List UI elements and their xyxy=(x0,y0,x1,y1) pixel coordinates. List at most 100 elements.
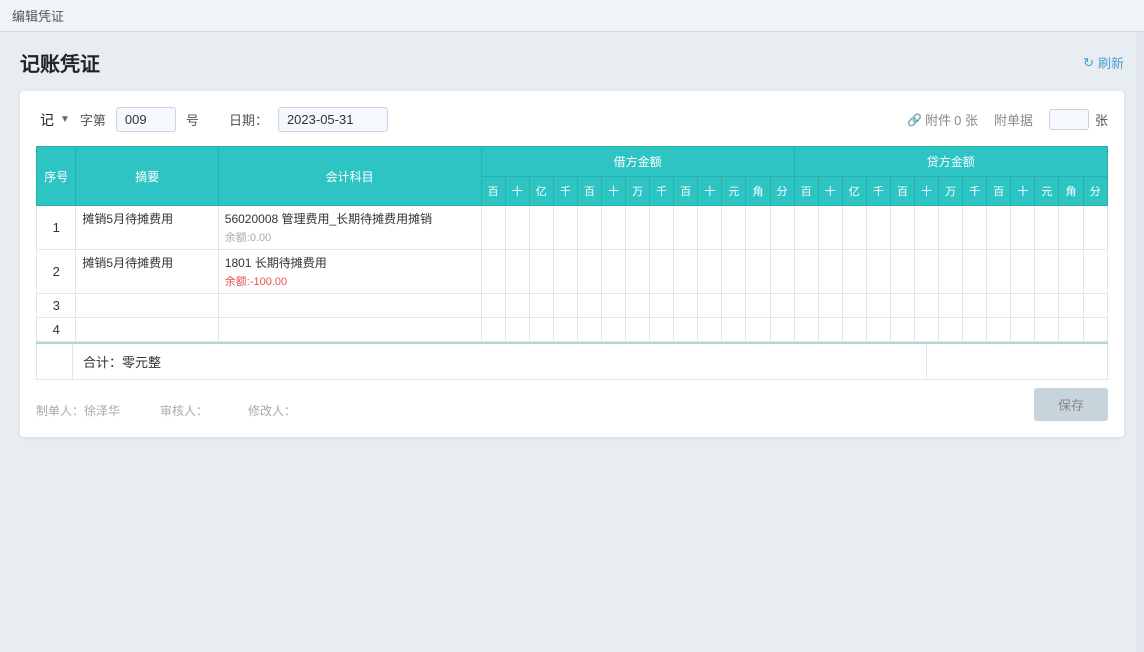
row-1-debit-2[interactable] xyxy=(529,250,553,294)
row-0-credit-2[interactable] xyxy=(842,206,866,250)
row-1-credit-11[interactable] xyxy=(1059,250,1083,294)
row-3-debit-12[interactable] xyxy=(770,318,794,342)
row-2-credit-2[interactable] xyxy=(842,294,866,318)
row-0-summary[interactable]: 摊销5月待摊费用 xyxy=(76,206,218,250)
row-3-credit-4[interactable] xyxy=(890,318,914,342)
row-1-credit-6[interactable] xyxy=(939,250,963,294)
row-2-debit-10[interactable] xyxy=(722,294,746,318)
row-3-debit-7[interactable] xyxy=(650,318,674,342)
row-0-debit-6[interactable] xyxy=(626,206,650,250)
row-1-debit-6[interactable] xyxy=(626,250,650,294)
row-2-credit-8[interactable] xyxy=(987,294,1011,318)
row-0-credit-4[interactable] xyxy=(890,206,914,250)
row-2-debit-7[interactable] xyxy=(650,294,674,318)
row-2-debit-9[interactable] xyxy=(698,294,722,318)
row-2-credit-10[interactable] xyxy=(1035,294,1059,318)
row-1-credit-0[interactable] xyxy=(794,250,818,294)
row-0-credit-8[interactable] xyxy=(987,206,1011,250)
row-1-credit-8[interactable] xyxy=(987,250,1011,294)
row-3-debit-2[interactable] xyxy=(529,318,553,342)
row-2-credit-4[interactable] xyxy=(890,294,914,318)
row-2-debit-2[interactable] xyxy=(529,294,553,318)
row-3-credit-12[interactable] xyxy=(1083,318,1107,342)
row-0-debit-12[interactable] xyxy=(770,206,794,250)
row-0-debit-0[interactable] xyxy=(481,206,505,250)
row-3-credit-10[interactable] xyxy=(1035,318,1059,342)
row-2-subject[interactable] xyxy=(218,294,481,318)
row-3-debit-11[interactable] xyxy=(746,318,770,342)
row-1-debit-1[interactable] xyxy=(505,250,529,294)
save-button[interactable]: 保存 xyxy=(1034,388,1108,421)
row-0-debit-3[interactable] xyxy=(553,206,577,250)
row-2-credit-1[interactable] xyxy=(818,294,842,318)
row-0-debit-9[interactable] xyxy=(698,206,722,250)
row-1-debit-0[interactable] xyxy=(481,250,505,294)
row-1-credit-2[interactable] xyxy=(842,250,866,294)
attach-single-label[interactable]: 附单据 xyxy=(994,110,1033,129)
zhang-input[interactable] xyxy=(1049,109,1089,130)
row-1-credit-10[interactable] xyxy=(1035,250,1059,294)
row-1-debit-11[interactable] xyxy=(746,250,770,294)
row-2-credit-3[interactable] xyxy=(866,294,890,318)
row-2-credit-6[interactable] xyxy=(939,294,963,318)
row-2-summary[interactable] xyxy=(76,294,218,318)
row-2-debit-5[interactable] xyxy=(601,294,625,318)
row-2-credit-12[interactable] xyxy=(1083,294,1107,318)
row-3-credit-8[interactable] xyxy=(987,318,1011,342)
date-input[interactable] xyxy=(278,107,388,132)
row-1-credit-9[interactable] xyxy=(1011,250,1035,294)
row-0-subject[interactable]: 56020008 管理费用_长期待摊费用摊销余额:0.00 xyxy=(218,206,481,250)
row-1-debit-3[interactable] xyxy=(553,250,577,294)
row-2-debit-3[interactable] xyxy=(553,294,577,318)
row-0-credit-9[interactable] xyxy=(1011,206,1035,250)
row-2-debit-4[interactable] xyxy=(577,294,601,318)
refresh-button[interactable]: ↻ 刷新 xyxy=(1083,53,1124,72)
row-0-credit-3[interactable] xyxy=(866,206,890,250)
row-0-credit-0[interactable] xyxy=(794,206,818,250)
row-3-credit-3[interactable] xyxy=(866,318,890,342)
row-2-debit-12[interactable] xyxy=(770,294,794,318)
row-0-debit-11[interactable] xyxy=(746,206,770,250)
row-0-credit-7[interactable] xyxy=(963,206,987,250)
row-0-debit-1[interactable] xyxy=(505,206,529,250)
row-0-debit-5[interactable] xyxy=(601,206,625,250)
row-1-credit-1[interactable] xyxy=(818,250,842,294)
row-1-credit-12[interactable] xyxy=(1083,250,1107,294)
row-1-debit-5[interactable] xyxy=(601,250,625,294)
row-1-credit-5[interactable] xyxy=(915,250,939,294)
row-3-debit-4[interactable] xyxy=(577,318,601,342)
row-3-debit-1[interactable] xyxy=(505,318,529,342)
row-3-credit-7[interactable] xyxy=(963,318,987,342)
row-0-credit-6[interactable] xyxy=(939,206,963,250)
row-0-credit-11[interactable] xyxy=(1059,206,1083,250)
row-2-credit-0[interactable] xyxy=(794,294,818,318)
row-1-debit-9[interactable] xyxy=(698,250,722,294)
row-3-debit-6[interactable] xyxy=(626,318,650,342)
row-2-credit-7[interactable] xyxy=(963,294,987,318)
row-1-debit-8[interactable] xyxy=(674,250,698,294)
row-0-credit-1[interactable] xyxy=(818,206,842,250)
row-1-debit-4[interactable] xyxy=(577,250,601,294)
row-2-debit-0[interactable] xyxy=(481,294,505,318)
row-2-credit-5[interactable] xyxy=(915,294,939,318)
row-1-debit-7[interactable] xyxy=(650,250,674,294)
row-3-debit-10[interactable] xyxy=(722,318,746,342)
scrollbar[interactable] xyxy=(1136,32,1144,652)
row-1-summary[interactable]: 摊销5月待摊费用 xyxy=(76,250,218,294)
row-3-debit-3[interactable] xyxy=(553,318,577,342)
row-3-debit-5[interactable] xyxy=(601,318,625,342)
voucher-number-input[interactable] xyxy=(116,107,176,132)
attachment-link[interactable]: 🔗 附件 0 张 xyxy=(907,110,978,129)
row-1-subject[interactable]: 1801 长期待摊费用余额:-100.00 xyxy=(218,250,481,294)
row-1-credit-3[interactable] xyxy=(866,250,890,294)
row-2-credit-9[interactable] xyxy=(1011,294,1035,318)
row-3-subject[interactable] xyxy=(218,318,481,342)
row-3-credit-5[interactable] xyxy=(915,318,939,342)
row-2-debit-11[interactable] xyxy=(746,294,770,318)
row-3-credit-0[interactable] xyxy=(794,318,818,342)
row-0-debit-4[interactable] xyxy=(577,206,601,250)
row-0-debit-7[interactable] xyxy=(650,206,674,250)
row-3-credit-11[interactable] xyxy=(1059,318,1083,342)
row-2-debit-6[interactable] xyxy=(626,294,650,318)
row-1-debit-12[interactable] xyxy=(770,250,794,294)
